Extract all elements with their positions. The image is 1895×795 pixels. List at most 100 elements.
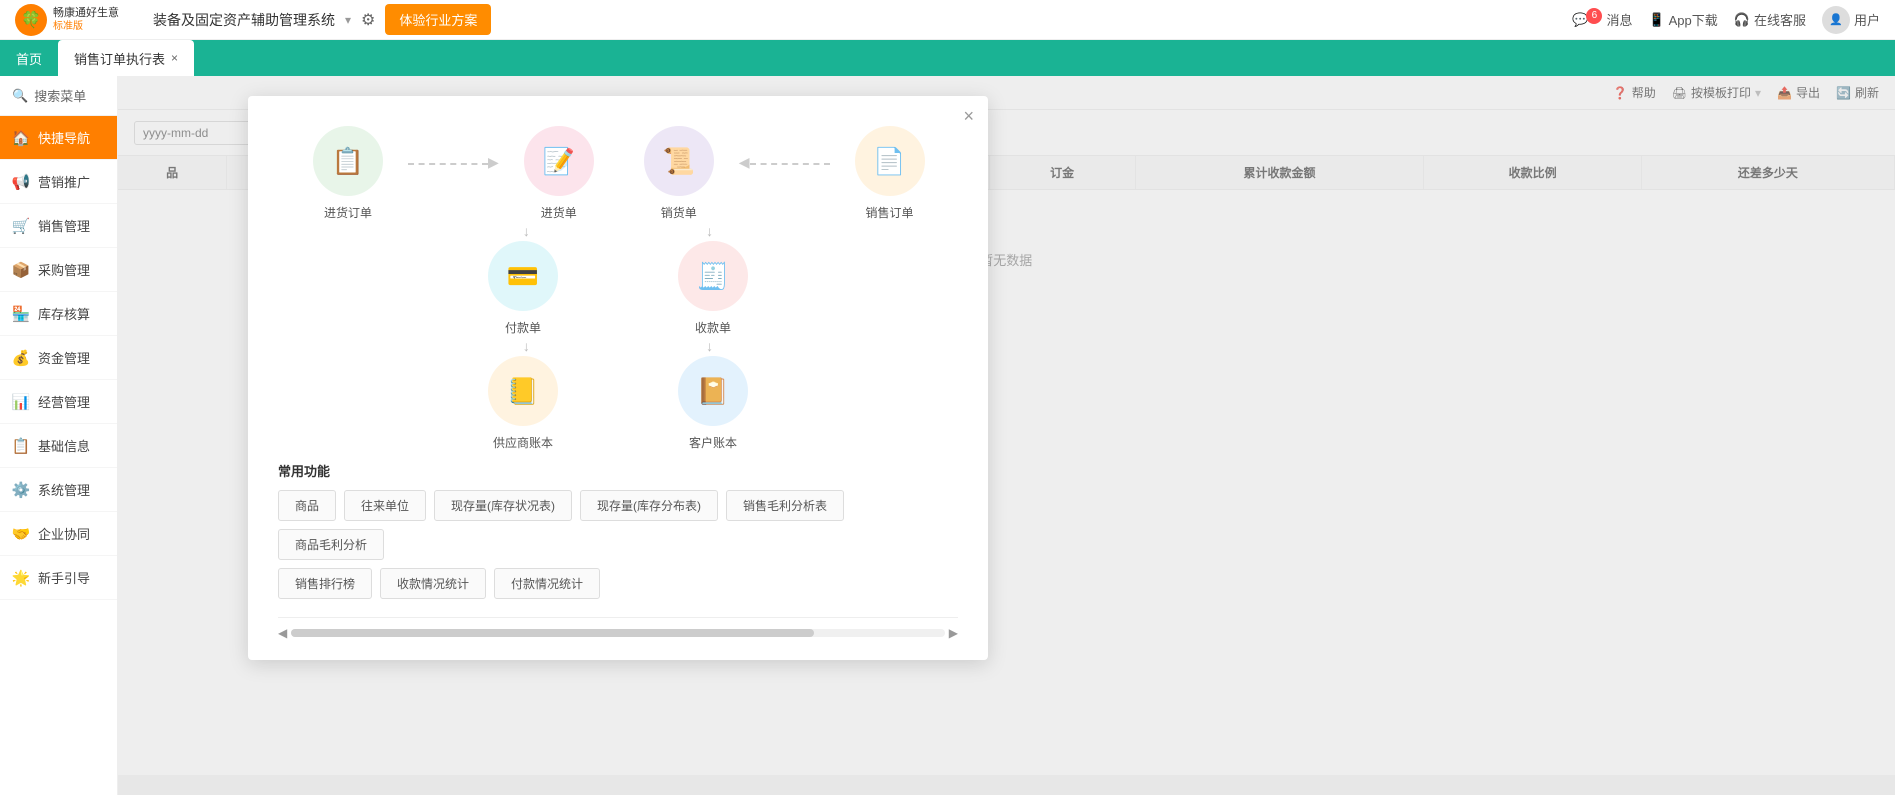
func-btn-2[interactable]: 现存量(库存状况表) [434,490,572,521]
flow-diagram: 📋 进货订单 ▶ 📝 进货单 [278,116,958,451]
modal-close-btn[interactable]: × [963,106,974,127]
headset-icon: 🎧 [1734,12,1750,28]
sales-bill-label: 销货单 [661,204,697,221]
settings-icon[interactable]: ⚙ [361,10,375,30]
func-btn-5[interactable]: 商品毛利分析 [278,529,384,560]
purchase-order-label: 进货订单 [324,204,372,221]
payment-bill-node[interactable]: 💳 [488,241,558,311]
app-download-icon: 📱 [1648,12,1664,28]
arrow-sales-order-to-bill: ◀ [739,156,830,171]
func-btn-0[interactable]: 商品 [278,490,336,521]
scroll-thumb [291,629,814,637]
sidebar-item-purchase[interactable]: 📦 采购管理 [0,248,117,292]
flow-item-purchase-order: 📋 进货订单 [288,126,408,221]
top-header: 🍀 畅康通好生意 标准版 装备及固定资产辅助管理系统 ▾ ⚙ 体验行业方案 💬 … [0,0,1895,40]
sidebar-item-operations[interactable]: 📊 经营管理 [0,380,117,424]
flow-row-2: 💳 付款单 🧾 收款单 [288,241,948,336]
tab-home[interactable]: 首页 [0,40,58,76]
sidebar-item-system[interactable]: ⚙️ 系统管理 [0,468,117,512]
scroll-track[interactable] [291,629,945,637]
flow-item-sales-bill: 📜 销货单 [619,126,739,221]
logo-text: 畅康通好生意 标准版 [53,6,119,33]
system-title: 装备及固定资产辅助管理系统 [153,10,335,30]
flow-row-3: 📒 供应商账本 📔 客户账本 [288,356,948,451]
avatar: 👤 [1822,6,1850,34]
app-download-item[interactable]: 📱 App下载 [1648,10,1717,29]
sales-order-label: 销售订单 [866,204,914,221]
purchase-bill-node[interactable]: 📝 [524,126,594,196]
down-arrow-purchase-bill: ↓ [471,223,581,239]
sidebar: 🔍 搜索菜单 🏠 快捷导航 📢 营销推广 🛒 销售管理 📦 采购管理 🏪 库存核… [0,76,118,795]
func-row-1: 商品 往来单位 现存量(库存状况表) 现存量(库存分布表) 销售毛利分析表 商品… [278,490,958,560]
func-btn-3[interactable]: 现存量(库存分布表) [580,490,718,521]
down-arrow-receipt: ↓ [655,338,765,354]
func-btn-4[interactable]: 销售毛利分析表 [726,490,844,521]
payment-bill-label: 付款单 [505,319,541,336]
common-functions: 常用功能 商品 往来单位 现存量(库存状况表) 现存量(库存分布表) 销售毛利分… [278,461,958,617]
sidebar-item-sales[interactable]: 🛒 销售管理 [0,204,117,248]
avatar-text: 👤 [1829,13,1843,26]
operations-icon: 📊 [12,393,30,411]
main-layout: 🔍 搜索菜单 🏠 快捷导航 📢 营销推广 🛒 销售管理 📦 采购管理 🏪 库存核… [0,76,1895,795]
flow-item-receipt-bill: 🧾 收款单 [653,241,773,336]
sales-bill-node[interactable]: 📜 [644,126,714,196]
search-icon: 🔍 [12,88,28,104]
scroll-right-arrow[interactable]: ▶ [949,626,958,640]
experience-btn[interactable]: 体验行业方案 [385,4,491,35]
supplier-account-node[interactable]: 📒 [488,356,558,426]
scroll-left-arrow[interactable]: ◀ [278,626,287,640]
sidebar-item-inventory[interactable]: 🏪 库存核算 [0,292,117,336]
logo-area: 🍀 畅康通好生意 标准版 [15,4,133,36]
down-arrow-sales-bill: ↓ [655,223,765,239]
header-right: 💬 6 消息 📱 App下载 🎧 在线客服 👤 用户 [1572,6,1880,34]
system-icon: ⚙️ [12,481,30,499]
flow-item-customer-account: 📔 客户账本 [653,356,773,451]
tab-bar: 首页 销售订单执行表 × [0,40,1895,76]
sidebar-item-marketing[interactable]: 📢 营销推广 [0,160,117,204]
scroll-hint: ◀ ▶ [278,617,958,640]
message-item[interactable]: 💬 6 消息 [1572,10,1632,29]
finance-icon: 💰 [12,349,30,367]
message-badge: 6 [1586,8,1602,24]
down-arrow-payment: ↓ [471,338,581,354]
modal-box: × 📋 进货订单 ▶ [248,96,988,660]
func-btn-8[interactable]: 付款情况统计 [494,568,600,599]
flow-item-purchase-bill: 📝 进货单 [499,126,619,221]
logo-icon: 🍀 [15,4,47,36]
flow-down-arrows-1: ↓ ↓ [288,223,948,239]
func-btn-7[interactable]: 收款情况统计 [380,568,486,599]
purchase-icon: 📦 [12,261,30,279]
tab-close-icon[interactable]: × [171,51,178,65]
sidebar-item-basic-info[interactable]: 📋 基础信息 [0,424,117,468]
inventory-icon: 🏪 [12,305,30,323]
supplier-account-label: 供应商账本 [493,434,553,451]
common-functions-title: 常用功能 [278,461,958,480]
header-left: 🍀 畅康通好生意 标准版 装备及固定资产辅助管理系统 ▾ ⚙ 体验行业方案 [15,4,491,36]
customer-account-node[interactable]: 📔 [678,356,748,426]
user-item[interactable]: 👤 用户 [1822,6,1880,34]
flow-item-sales-order: 📄 销售订单 [830,126,950,221]
purchase-order-node[interactable]: 📋 [313,126,383,196]
modal-overlay[interactable]: × 📋 进货订单 ▶ [118,76,1895,795]
func-btn-1[interactable]: 往来单位 [344,490,426,521]
arrow-purchase-to-bill: ▶ [408,156,499,171]
sidebar-item-finance[interactable]: 💰 资金管理 [0,336,117,380]
online-service-item[interactable]: 🎧 在线客服 [1734,10,1806,29]
enterprise-icon: 🤝 [12,525,30,543]
newbie-icon: 🌟 [12,569,30,587]
sidebar-item-enterprise[interactable]: 🤝 企业协同 [0,512,117,556]
flow-item-supplier-account: 📒 供应商账本 [463,356,583,451]
receipt-bill-node[interactable]: 🧾 [678,241,748,311]
sidebar-item-quick-nav[interactable]: 🏠 快捷导航 [0,116,117,160]
flow-item-payment-bill: 💳 付款单 [463,241,583,336]
sidebar-item-newbie[interactable]: 🌟 新手引导 [0,556,117,600]
search-menu[interactable]: 🔍 搜索菜单 [0,76,117,116]
func-row-2: 销售排行榜 收款情况统计 付款情况统计 [278,568,958,599]
func-btn-6[interactable]: 销售排行榜 [278,568,372,599]
system-dropdown-arrow[interactable]: ▾ [345,13,351,27]
customer-account-label: 客户账本 [689,434,737,451]
tab-sales-order[interactable]: 销售订单执行表 × [58,40,194,76]
basic-info-icon: 📋 [12,437,30,455]
sales-icon: 🛒 [12,217,30,235]
sales-order-node[interactable]: 📄 [855,126,925,196]
